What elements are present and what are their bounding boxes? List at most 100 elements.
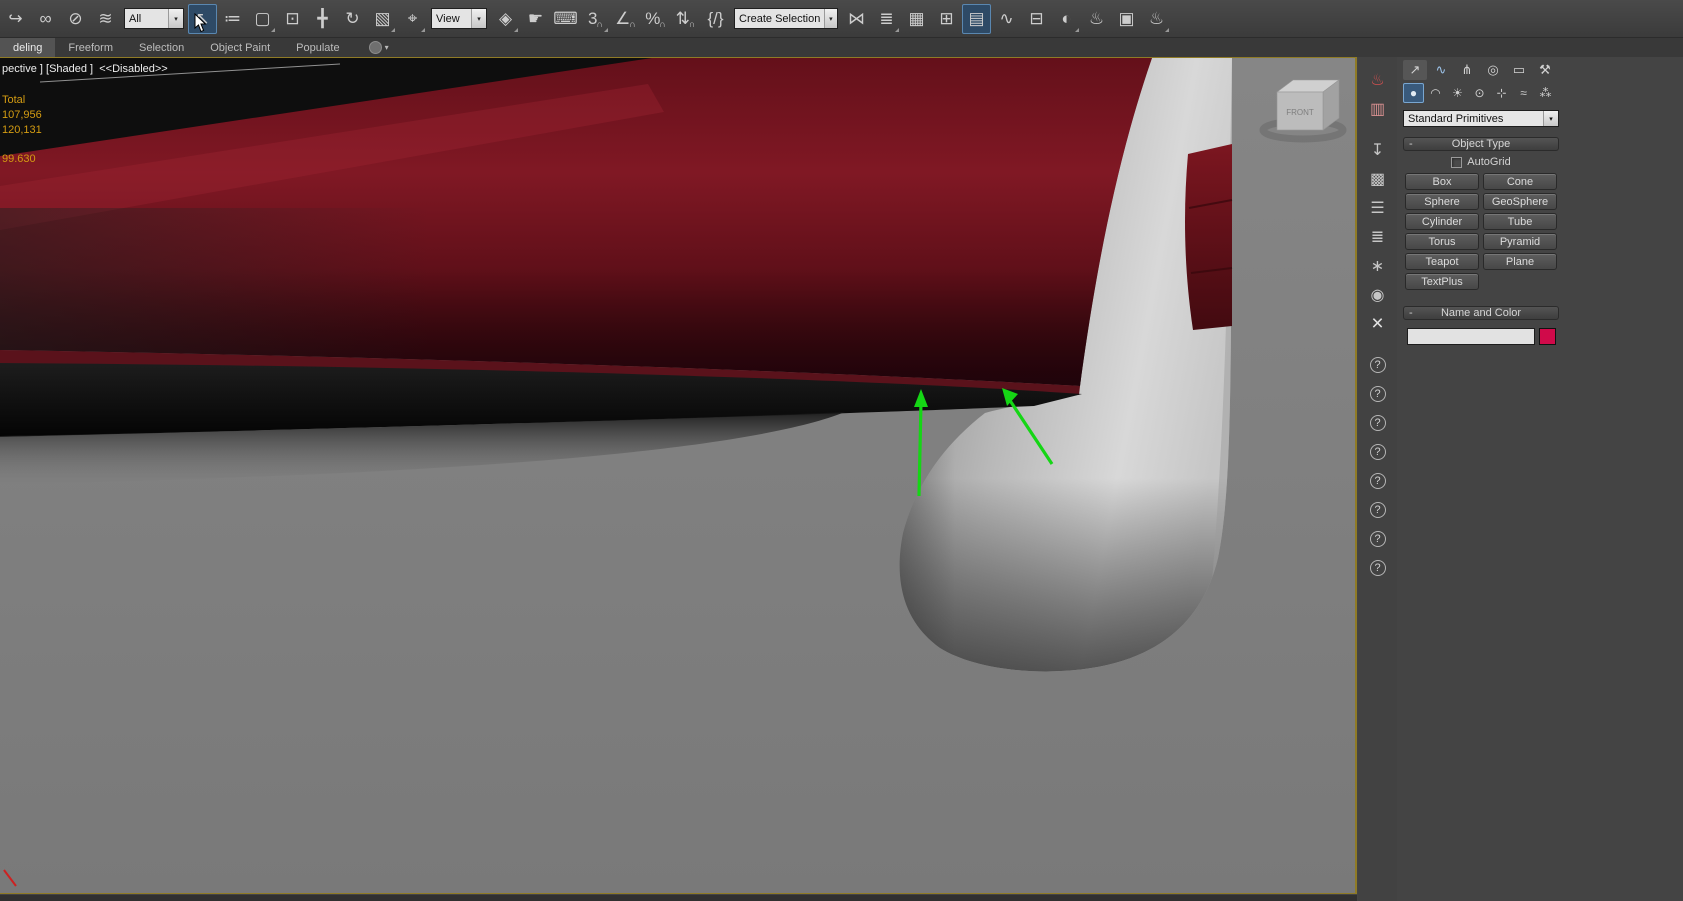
close-icon[interactable]: × xyxy=(1363,311,1393,337)
help-icon[interactable]: ? xyxy=(1363,468,1393,494)
torus-button[interactable]: Torus xyxy=(1405,233,1479,250)
scene-explorer-toggle-icon[interactable]: ▦ xyxy=(902,4,931,34)
helpers-subtab[interactable]: ⊹ xyxy=(1491,83,1512,103)
tab-object-paint[interactable]: Object Paint xyxy=(197,38,283,57)
motion-tab[interactable]: ◎ xyxy=(1481,60,1505,80)
modify-tab[interactable]: ∿ xyxy=(1429,60,1453,80)
checker-icon[interactable]: ▩ xyxy=(1363,166,1393,192)
rear-red-panel[interactable] xyxy=(1185,144,1232,330)
unlink-selection-icon[interactable]: ⊘ xyxy=(61,4,90,34)
select-and-link-icon[interactable]: ∞ xyxy=(31,4,60,34)
hierarchy-tab[interactable]: ⋔ xyxy=(1455,60,1479,80)
keyboard-shortcut-override-icon[interactable]: ⌨ xyxy=(551,4,580,34)
shapes-subtab[interactable]: ◠ xyxy=(1425,83,1446,103)
primitive-category-dropdown[interactable]: Standard Primitives ▾ xyxy=(1403,110,1559,127)
layers-icon[interactable]: ☰ xyxy=(1363,195,1393,221)
tab-selection[interactable]: Selection xyxy=(126,38,197,57)
viewport-canvas[interactable]: FRONT xyxy=(0,58,1355,893)
snaps-toggle-icon[interactable]: 3 ∩ xyxy=(581,4,610,34)
lights-subtab[interactable]: ☀ xyxy=(1447,83,1468,103)
select-by-name-icon[interactable]: ≔ xyxy=(218,4,247,34)
teapot-icon[interactable]: ♨ xyxy=(1363,67,1393,93)
rendered-frame-window-icon[interactable]: ▣ xyxy=(1112,4,1141,34)
systems-subtab[interactable]: ⁂ xyxy=(1535,83,1556,103)
plane-button[interactable]: Plane xyxy=(1483,253,1557,270)
selection-filter-dropdown[interactable]: All ▾ xyxy=(124,8,184,29)
bind-to-space-warp-icon[interactable]: ≋ xyxy=(91,4,120,34)
align-icon[interactable]: ≣ xyxy=(872,4,901,34)
select-and-move-icon[interactable]: ╋ xyxy=(308,4,337,34)
tab-populate[interactable]: Populate xyxy=(283,38,352,57)
curve-editor-icon[interactable]: ∿ xyxy=(992,4,1021,34)
rectangular-selection-region-icon[interactable]: ▢ xyxy=(248,4,277,34)
help-icon[interactable]: ? xyxy=(1363,497,1393,523)
layer-explorer-toggle-icon[interactable]: ⊞ xyxy=(932,4,961,34)
percent-snap-icon[interactable]: % ∩ xyxy=(641,4,670,34)
use-pivot-point-center-icon[interactable]: ◈ xyxy=(491,4,520,34)
cylinder-button[interactable]: Cylinder xyxy=(1405,213,1479,230)
geosphere-button[interactable]: GeoSphere xyxy=(1483,193,1557,210)
object-name-field[interactable] xyxy=(1407,328,1535,345)
select-and-scale-icon[interactable]: ▧ xyxy=(368,4,397,34)
burst-icon[interactable]: ∗ xyxy=(1363,253,1393,279)
help-icon[interactable]: ? xyxy=(1363,410,1393,436)
help-icon[interactable]: ? xyxy=(1363,526,1393,552)
icon-glyph: ≣ xyxy=(1370,229,1385,246)
icon-glyph: ? xyxy=(1369,531,1386,547)
named-selection-sets-dropdown[interactable]: Create Selection Se ▾ xyxy=(734,8,838,29)
edit-named-selection-sets-icon[interactable]: {/} xyxy=(701,4,730,34)
viewport-label[interactable]: pective ] [Shaded ] <<Disabled>> xyxy=(2,63,168,75)
schematic-view-icon[interactable]: ⊟ xyxy=(1022,4,1051,34)
tab-modeling[interactable]: deling xyxy=(0,38,56,57)
box-button[interactable]: Box xyxy=(1405,173,1479,190)
icon-glyph: ↪ xyxy=(8,8,23,28)
tab-icon-glyph: ∿ xyxy=(1435,62,1447,77)
redo-icon[interactable]: ↪ xyxy=(1,4,30,34)
plumb-icon[interactable]: ↧ xyxy=(1363,137,1393,163)
window-crossing-icon[interactable]: ⊡ xyxy=(278,4,307,34)
object-type-rollout-header[interactable]: - Object Type xyxy=(1403,137,1559,151)
tube-button[interactable]: Tube xyxy=(1483,213,1557,230)
cameras-subtab[interactable]: ⊙ xyxy=(1469,83,1490,103)
name-color-rollout-header[interactable]: - Name and Color xyxy=(1403,306,1559,320)
perspective-viewport[interactable]: FRONT pective ] [Shaded ] <<Disabled>> T… xyxy=(0,57,1357,894)
sphere-icon[interactable]: ◉ xyxy=(1363,282,1393,308)
teapot-button[interactable]: Teapot xyxy=(1405,253,1479,270)
icon-glyph: × xyxy=(1371,312,1384,335)
display-tab[interactable]: ▭ xyxy=(1507,60,1531,80)
tab-freeform[interactable]: Freeform xyxy=(55,38,126,57)
icon-glyph: ≋ xyxy=(98,8,113,28)
stack-icon[interactable]: ≣ xyxy=(1363,224,1393,250)
space-warps-subtab[interactable]: ≈ xyxy=(1513,83,1534,103)
autogrid-checkbox[interactable] xyxy=(1451,156,1463,168)
subtab-icon-glyph: ⊹ xyxy=(1496,86,1507,100)
help-icon[interactable]: ? xyxy=(1363,555,1393,581)
select-and-rotate-icon[interactable]: ↻ xyxy=(338,4,367,34)
utilities-tab[interactable]: ⚒ xyxy=(1533,60,1557,80)
help-icon[interactable]: ? xyxy=(1363,352,1393,378)
select-and-manipulate-icon[interactable]: ☛ xyxy=(521,4,550,34)
cone-button[interactable]: Cone xyxy=(1483,173,1557,190)
sphere-button[interactable]: Sphere xyxy=(1405,193,1479,210)
help-icon[interactable]: ? xyxy=(1363,439,1393,465)
render-production-icon[interactable]: ♨ xyxy=(1142,4,1171,34)
textplus-button[interactable]: TextPlus xyxy=(1405,273,1479,290)
select-and-place-icon[interactable]: ⌖ xyxy=(398,4,427,34)
container-icon[interactable]: ▥ xyxy=(1363,96,1393,122)
icon-glyph: ≣ xyxy=(879,8,894,28)
pyramid-button[interactable]: Pyramid xyxy=(1483,233,1557,250)
reference-coordinate-system-dropdown[interactable]: View ▾ xyxy=(431,8,487,29)
angle-snap-icon[interactable]: ∠ ∩ xyxy=(611,4,640,34)
render-setup-icon[interactable]: ♨ xyxy=(1082,4,1111,34)
ribbon-config-button[interactable]: ▾ xyxy=(368,38,389,57)
mirror-icon[interactable]: ⋈ xyxy=(842,4,871,34)
create-tab[interactable]: ↗ xyxy=(1403,60,1427,80)
geometry-subtab[interactable]: ● xyxy=(1403,83,1424,103)
spinner-snap-icon[interactable]: ⇅ ∩ xyxy=(671,4,700,34)
material-editor-icon[interactable]: ◐ xyxy=(1052,4,1081,34)
ribbon-toggle-icon[interactable]: ▤ xyxy=(962,3,991,34)
icon-glyph: ◐ xyxy=(1061,8,1072,28)
help-icon[interactable]: ? xyxy=(1363,381,1393,407)
object-color-swatch[interactable] xyxy=(1539,328,1556,345)
button-label: Torus xyxy=(1428,235,1456,248)
